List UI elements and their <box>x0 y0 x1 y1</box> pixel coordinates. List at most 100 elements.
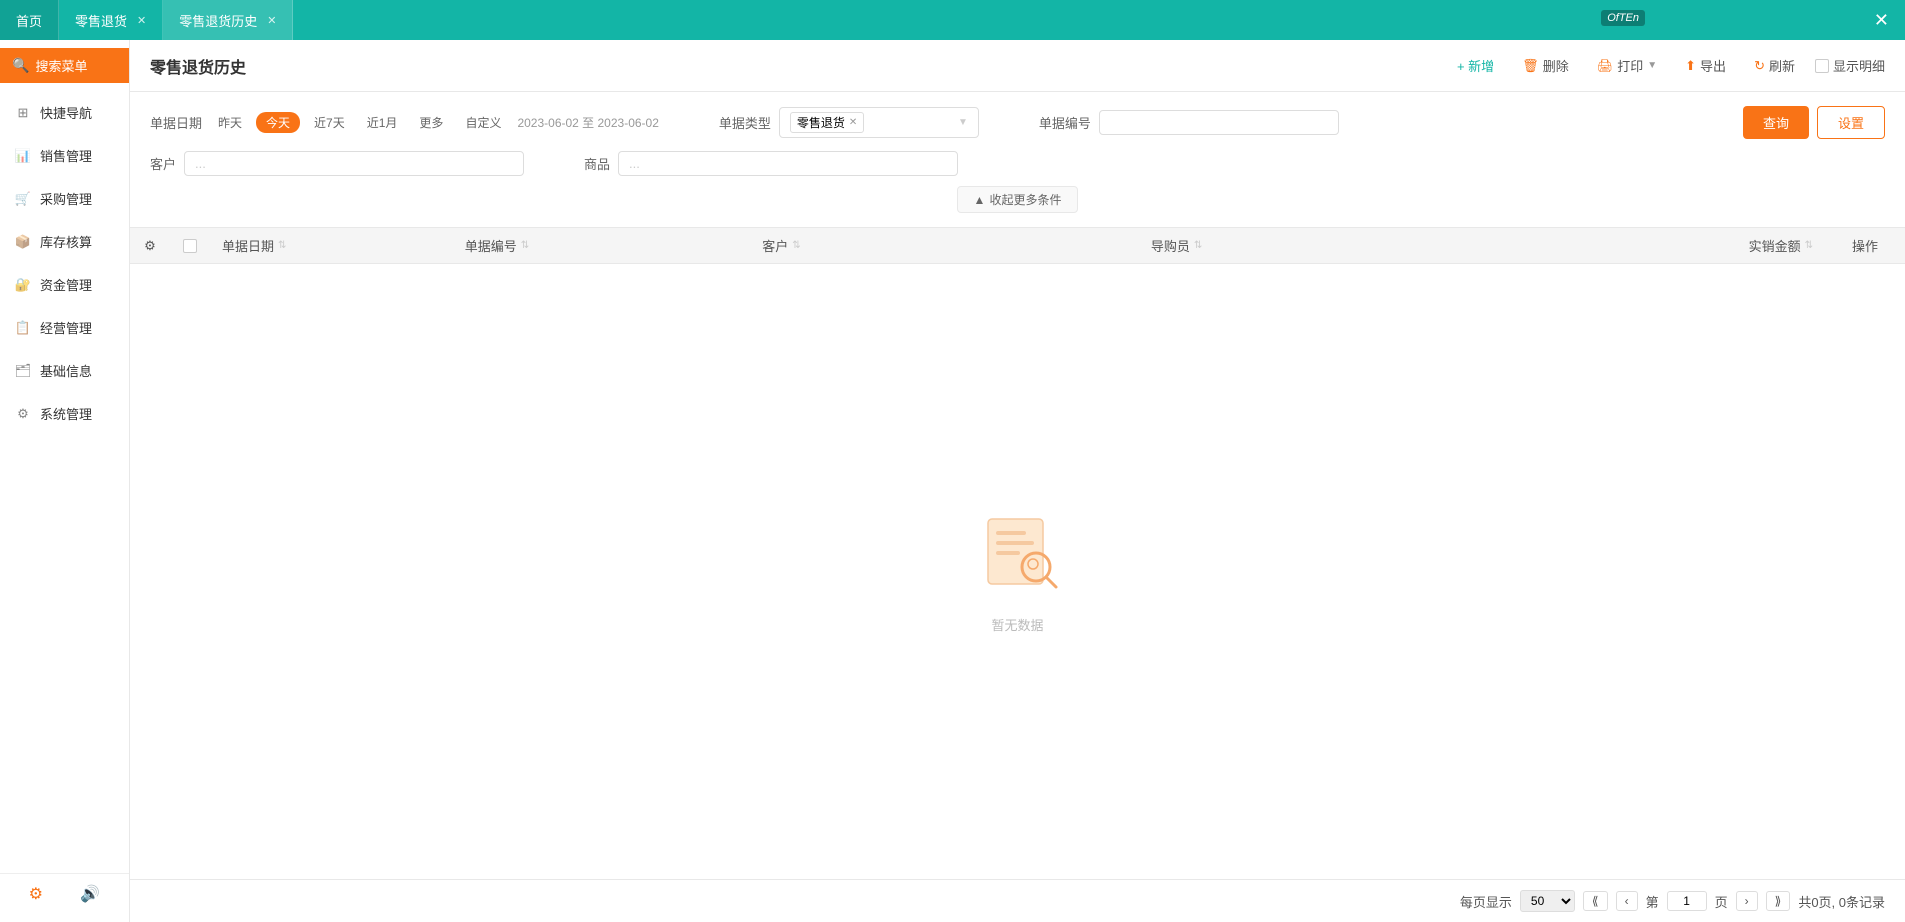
date-btn-yesterday[interactable]: 昨天 <box>210 112 250 133</box>
date-btn-1month[interactable]: 近1月 <box>359 112 406 133</box>
collapse-button[interactable]: ▲ 收起更多条件 <box>957 186 1079 213</box>
date-filter-item: 单据日期 昨天 今天 近7天 近1月 更多 自定义 2023-06-02 至 2… <box>150 112 659 133</box>
tab-list: 首页 零售退货 ✕ 零售退货历史 ✕ <box>0 0 1858 40</box>
volume-icon[interactable]: 🔊 <box>80 884 100 904</box>
refresh-button[interactable]: ↻ 刷新 <box>1746 52 1803 79</box>
filter-row-1: 单据日期 昨天 今天 近7天 近1月 更多 自定义 2023-06-02 至 2… <box>150 106 1885 139</box>
home-icon: ⊞ <box>14 104 32 122</box>
delete-button[interactable]: 🗑 删除 <box>1514 52 1577 79</box>
customer-input[interactable]: ... <box>184 151 524 176</box>
show-detail-toggle[interactable]: 显示明细 <box>1815 56 1885 75</box>
goods-filter-label: 商品 <box>584 154 610 173</box>
collapse-container: ▲ 收起更多条件 <box>150 182 1885 213</box>
customer-filter-label: 客户 <box>150 154 176 173</box>
th-guide-sort-icon: ⇅ <box>1194 240 1202 251</box>
page-next-button[interactable]: › <box>1736 891 1758 911</box>
tab-retail-return-history-close[interactable]: ✕ <box>267 14 276 27</box>
goods-filter-item: 商品 ... <box>584 151 958 176</box>
delete-icon: 🗑 <box>1522 58 1539 74</box>
th-customer[interactable]: 客户 ⇅ <box>750 236 1139 255</box>
sidebar-item-business[interactable]: 📋 经营管理 <box>0 306 129 349</box>
show-detail-checkbox[interactable] <box>1815 59 1829 73</box>
filter-settings-button[interactable]: 设置 <box>1817 106 1885 139</box>
sidebar: 🔍 搜索菜单 ⊞ 快捷导航 📊 销售管理 🛒 采购管理 📦 库存核算 🔐 资金管… <box>0 40 130 922</box>
date-btn-today[interactable]: 今天 <box>256 112 300 133</box>
th-customer-label: 客户 <box>762 236 788 255</box>
type-tag-close[interactable]: ✕ <box>849 117 857 128</box>
refresh-icon: ↻ <box>1754 58 1765 74</box>
type-select-dropdown[interactable]: 零售退货 ✕ ▼ <box>779 107 979 138</box>
filter-action-buttons: 查询 设置 <box>1743 106 1885 139</box>
th-date[interactable]: 单据日期 ⇅ <box>210 236 453 255</box>
table-settings-icon: ⚙ <box>144 238 156 254</box>
sidebar-item-sales[interactable]: 📊 销售管理 <box>0 134 129 177</box>
add-button[interactable]: + 新增 <box>1449 52 1502 79</box>
sidebar-bottom: ⚙ 🔊 <box>0 873 129 914</box>
table-header: ⚙ 单据日期 ⇅ 单据编号 ⇅ 客户 ⇅ 导购员 <box>130 228 1905 264</box>
tab-home-label: 首页 <box>16 11 42 30</box>
tab-retail-return[interactable]: 零售退货 ✕ <box>59 0 163 40</box>
sidebar-item-inventory[interactable]: 📦 库存核算 <box>0 220 129 263</box>
th-settings[interactable]: ⚙ <box>130 238 170 254</box>
th-guide[interactable]: 导购员 ⇅ <box>1139 236 1436 255</box>
th-checkbox[interactable] <box>170 239 210 253</box>
docno-filter-item: 单据编号 <box>1039 110 1339 135</box>
goods-input[interactable]: ... <box>618 151 958 176</box>
th-docno[interactable]: 单据编号 ⇅ <box>453 236 750 255</box>
print-dropdown-icon: ▼ <box>1647 60 1657 71</box>
sidebar-item-finance[interactable]: 🔐 资金管理 <box>0 263 129 306</box>
system-icon: ⚙ <box>14 405 32 423</box>
goods-ellipsis: ... <box>629 156 640 171</box>
empty-illustration <box>968 509 1068 599</box>
collapse-label: 收起更多条件 <box>989 191 1061 208</box>
type-filter-label: 单据类型 <box>719 113 771 132</box>
page-last-button[interactable]: ⟫ <box>1766 891 1791 911</box>
header-actions: + 新增 🗑 删除 🖨 打印 ▼ ⬆ 导出 ↻ 刷新 <box>1449 52 1885 79</box>
export-button[interactable]: ⬆ 导出 <box>1677 52 1734 79</box>
sidebar-search[interactable]: 🔍 搜索菜单 <box>0 48 129 83</box>
window-close-button[interactable]: ✕ <box>1858 10 1905 31</box>
empty-text: 暂无数据 <box>991 615 1043 634</box>
th-docno-sort-icon: ⇅ <box>521 240 529 251</box>
sidebar-item-quicknav[interactable]: ⊞ 快捷导航 <box>0 91 129 134</box>
gear-icon[interactable]: ⚙ <box>29 884 43 904</box>
customer-filter-item: 客户 ... <box>150 151 524 176</box>
total-info: 共0页, 0条记录 <box>1798 892 1885 911</box>
page-size-select[interactable]: 50 10 20 100 <box>1520 890 1575 912</box>
query-button[interactable]: 查询 <box>1743 106 1809 139</box>
pagination: 每页显示 50 10 20 100 ⟪ ‹ 第 页 › ⟫ 共0页, 0条记录 <box>130 879 1905 922</box>
tab-retail-return-close[interactable]: ✕ <box>137 14 146 27</box>
th-date-label: 单据日期 <box>222 236 274 255</box>
show-detail-label: 显示明细 <box>1833 56 1885 75</box>
date-btn-more[interactable]: 更多 <box>411 112 451 133</box>
tab-home[interactable]: 首页 <box>0 0 59 40</box>
tab-retail-return-history-label: 零售退货历史 <box>179 11 257 30</box>
sidebar-item-purchase[interactable]: 🛒 采购管理 <box>0 177 129 220</box>
docno-input[interactable] <box>1099 110 1339 135</box>
export-icon: ⬆ <box>1685 58 1696 74</box>
date-filter-label: 单据日期 <box>150 113 202 132</box>
date-btn-custom[interactable]: 自定义 <box>457 112 509 133</box>
date-btn-7days[interactable]: 近7天 <box>306 112 353 133</box>
select-all-checkbox[interactable] <box>183 239 197 253</box>
th-amount[interactable]: 实销金额 ⇅ <box>1619 236 1825 255</box>
page-first-button[interactable]: ⟪ <box>1583 891 1608 911</box>
date-filter-buttons: 昨天 今天 近7天 近1月 更多 自定义 <box>210 112 509 133</box>
sidebar-item-finance-label: 资金管理 <box>40 275 92 294</box>
filter-area: 单据日期 昨天 今天 近7天 近1月 更多 自定义 2023-06-02 至 2… <box>130 92 1905 228</box>
sidebar-item-basicinfo[interactable]: 🗂 基础信息 <box>0 349 129 392</box>
print-button[interactable]: 🖨 打印 ▼ <box>1589 52 1665 79</box>
delete-label: 删除 <box>1543 56 1569 75</box>
page-prev-button[interactable]: ‹ <box>1616 891 1638 911</box>
page-number-input[interactable] <box>1667 891 1707 911</box>
page-header: 零售退货历史 + 新增 🗑 删除 🖨 打印 ▼ ⬆ 导出 ↻ <box>130 40 1905 92</box>
page-size-label: 每页显示 <box>1460 892 1512 911</box>
table-area: ⚙ 单据日期 ⇅ 单据编号 ⇅ 客户 ⇅ 导购员 <box>130 228 1905 879</box>
tab-retail-return-history[interactable]: 零售退货历史 ✕ <box>163 0 293 40</box>
collapse-up-icon: ▲ <box>974 193 986 207</box>
sidebar-item-system[interactable]: ⚙ 系统管理 <box>0 392 129 435</box>
page-title: 零售退货历史 <box>150 54 246 78</box>
filter-row-2: 客户 ... 商品 ... <box>150 151 1885 176</box>
customer-ellipsis: ... <box>195 156 206 171</box>
sidebar-item-purchase-label: 采购管理 <box>40 189 92 208</box>
